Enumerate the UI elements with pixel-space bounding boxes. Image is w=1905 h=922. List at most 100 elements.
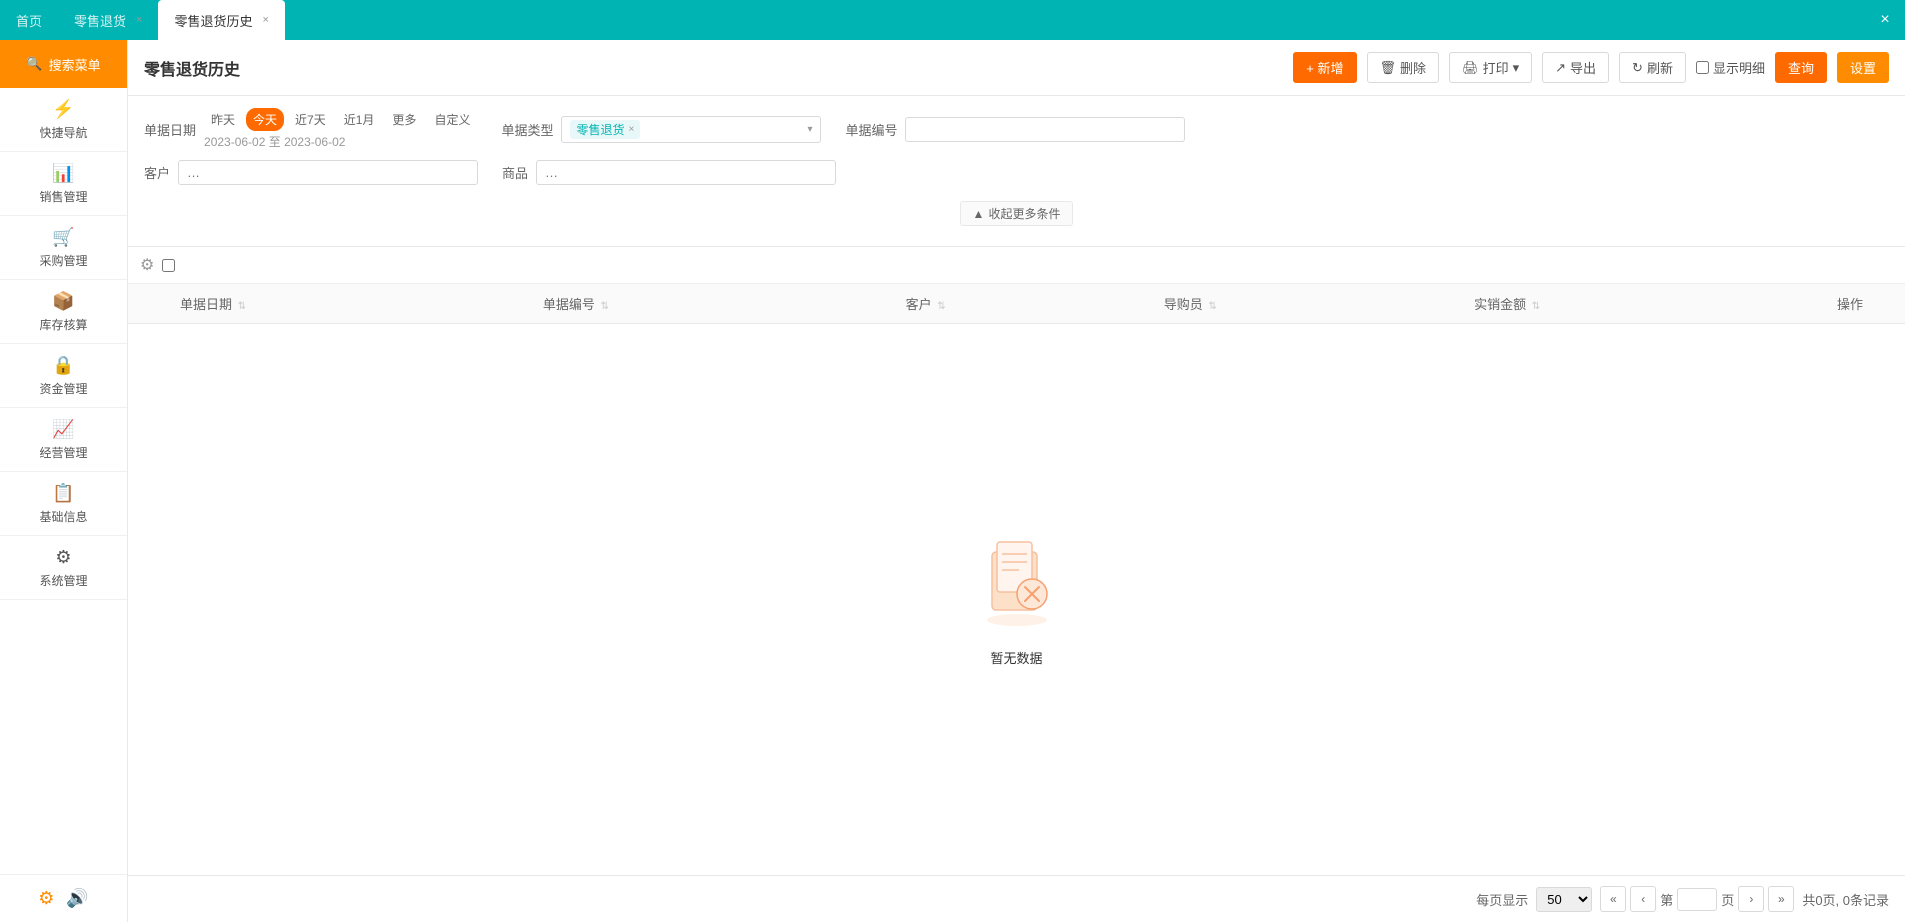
sidebar-item-sales-mgmt-label: 销售管理 (39, 188, 87, 205)
filter-area: 单据日期 昨天 今天 近7天 近1月 更多 自定义 2023-06-02 至 2… (128, 96, 1905, 247)
voucher-type-tag: 零售退货 × (570, 120, 640, 139)
th-number-label: 单据编号 (543, 297, 595, 312)
th-guide-sort[interactable]: ⇅ (1208, 301, 1216, 312)
collapse-icon: ▲ (973, 207, 985, 221)
settings-button[interactable]: 设置 (1837, 52, 1889, 83)
date-btn-1month[interactable]: 近1月 (337, 108, 382, 131)
page-last-button[interactable]: » (1768, 886, 1794, 912)
th-date: 单据日期 ⇅ (168, 284, 531, 324)
header-actions: + 新增 🗑 删除 🖨 打印 ▾ ↗ 导出 ↻ 刷新 (1293, 52, 1889, 95)
th-actions-label: 操作 (1837, 297, 1863, 312)
voucher-number-input[interactable] (905, 117, 1185, 142)
th-number: 单据编号 ⇅ (531, 284, 894, 324)
sidebar-item-system-mgmt-label: 系统管理 (39, 572, 87, 589)
th-date-sort[interactable]: ⇅ (238, 301, 246, 312)
volume-icon[interactable]: 🔊 (66, 888, 88, 909)
date-btn-today[interactable]: 今天 (246, 108, 284, 131)
data-table: 单据日期 ⇅ 单据编号 ⇅ 客户 ⇅ 导购员 ⇅ (128, 284, 1905, 324)
per-page-label: 每页显示 (1476, 890, 1528, 909)
page-header: 零售退货历史 + 新增 🗑 删除 🖨 打印 ▾ ↗ 导出 ↻ (128, 40, 1905, 96)
sidebar-search-label: 搜索菜单 (49, 55, 101, 74)
operations-icon: 📈 (52, 419, 74, 440)
th-amount: 实销金额 ⇅ (1462, 284, 1825, 324)
sidebar-item-finance[interactable]: 🔒 资金管理 (0, 344, 127, 408)
customer-input[interactable] (178, 160, 478, 185)
page-content: 零售退货历史 + 新增 🗑 删除 🖨 打印 ▾ ↗ 导出 ↻ (128, 40, 1905, 922)
per-page-select[interactable]: 10 20 50 100 (1536, 887, 1592, 912)
top-bar: 首页 零售退货 × 零售退货历史 × × (0, 0, 1905, 40)
date-btn-yesterday[interactable]: 昨天 (204, 108, 242, 131)
th-amount-sort[interactable]: ⇅ (1532, 301, 1540, 312)
sidebar-item-inventory-label: 库存核算 (39, 316, 87, 333)
sidebar: 🔍 搜索菜单 ⚡ 快捷导航 📊 销售管理 🛒 采购管理 📦 库存核算 🔒 资金管… (0, 40, 128, 922)
th-select (128, 284, 168, 324)
sidebar-item-purchase-mgmt[interactable]: 🛒 采购管理 (0, 216, 127, 280)
sidebar-item-operations-label: 经营管理 (39, 444, 87, 461)
tab-retail-return-history[interactable]: 零售退货历史 × (158, 0, 284, 40)
tab-retail-return-close[interactable]: × (136, 14, 142, 26)
empty-icon (967, 532, 1067, 632)
sidebar-item-quick-nav-label: 快捷导航 (39, 124, 87, 141)
inventory-icon: 📦 (52, 291, 74, 312)
sidebar-item-sales-mgmt[interactable]: 📊 销售管理 (0, 152, 127, 216)
filter-row-1: 单据日期 昨天 今天 近7天 近1月 更多 自定义 2023-06-02 至 2… (144, 108, 1889, 150)
show-detail-label: 显示明细 (1713, 58, 1765, 77)
print-icon: 🖨 (1462, 60, 1479, 76)
page-next-button[interactable]: › (1738, 886, 1764, 912)
goods-input[interactable] (536, 160, 836, 185)
voucher-number-filter-item: 单据编号 (845, 117, 1185, 142)
print-button[interactable]: 🖨 打印 ▾ (1449, 52, 1532, 83)
customer-filter-item: 客户 (144, 160, 478, 185)
th-number-sort[interactable]: ⇅ (600, 301, 608, 312)
voucher-type-dropdown-icon: ▾ (807, 124, 812, 135)
sidebar-search[interactable]: 🔍 搜索菜单 (0, 40, 127, 88)
tab-retail-return[interactable]: 零售退货 × (58, 0, 158, 40)
voucher-type-filter-item: 单据类型 零售退货 × ▾ (501, 116, 821, 143)
pagination-bar: 每页显示 10 20 50 100 « ‹ 第 1 页 › » 共0页, 0条记… (128, 875, 1905, 922)
tab-home[interactable]: 首页 (0, 0, 58, 40)
page-prev-button[interactable]: ‹ (1630, 886, 1656, 912)
refresh-button[interactable]: ↻ 刷新 (1619, 52, 1686, 83)
voucher-type-tag-close[interactable]: × (628, 124, 634, 135)
export-button[interactable]: ↗ 导出 (1542, 52, 1609, 83)
sidebar-item-inventory[interactable]: 📦 库存核算 (0, 280, 127, 344)
sidebar-item-quick-nav[interactable]: ⚡ 快捷导航 (0, 88, 127, 152)
collapse-label: 收起更多条件 (988, 205, 1060, 222)
basic-info-icon: 📋 (52, 483, 74, 504)
th-customer-sort[interactable]: ⇅ (937, 301, 945, 312)
print-dropdown-icon: ▾ (1513, 60, 1520, 76)
table-settings-icon[interactable]: ⚙ (140, 255, 154, 275)
date-btn-7days[interactable]: 近7天 (288, 108, 333, 131)
date-btn-custom[interactable]: 自定义 (427, 108, 477, 131)
sidebar-item-operations[interactable]: 📈 经营管理 (0, 408, 127, 472)
date-filter-buttons: 昨天 今天 近7天 近1月 更多 自定义 (204, 108, 477, 131)
th-date-label: 单据日期 (180, 297, 232, 312)
show-detail-checkbox[interactable] (1696, 61, 1709, 74)
sidebar-item-finance-label: 资金管理 (39, 380, 87, 397)
th-guide-label: 导购员 (1164, 297, 1203, 312)
page-nav: « ‹ 第 1 页 › » (1600, 886, 1794, 912)
voucher-number-label: 单据编号 (845, 120, 897, 139)
tab-retail-return-history-close[interactable]: × (262, 14, 268, 26)
sidebar-item-system-mgmt[interactable]: ⚙ 系统管理 (0, 536, 127, 600)
page-input[interactable]: 1 (1677, 888, 1717, 911)
page-label: 第 (1660, 890, 1673, 909)
sidebar-item-basic-info[interactable]: 📋 基础信息 (0, 472, 127, 536)
delete-button[interactable]: 🗑 删除 (1367, 52, 1440, 83)
delete-icon: 🗑 (1380, 60, 1397, 76)
collapse-filters-button[interactable]: ▲ 收起更多条件 (960, 201, 1074, 226)
select-all-checkbox[interactable] (162, 259, 175, 272)
date-btn-more[interactable]: 更多 (385, 108, 423, 131)
tab-retail-return-label: 零售退货 (74, 11, 126, 30)
page-total: 共0页, 0条记录 (1802, 890, 1889, 909)
sales-mgmt-icon: 📊 (52, 163, 74, 184)
date-label: 单据日期 (144, 120, 196, 139)
window-close-button[interactable]: × (1865, 0, 1905, 40)
voucher-type-select[interactable]: 零售退货 × ▾ (561, 116, 821, 143)
page-first-button[interactable]: « (1600, 886, 1626, 912)
query-button[interactable]: 查询 (1775, 52, 1827, 83)
search-icon: 🔍 (26, 56, 42, 72)
settings-icon[interactable]: ⚙ (38, 888, 54, 909)
new-button[interactable]: + 新增 (1293, 52, 1356, 83)
customer-label: 客户 (144, 163, 170, 182)
